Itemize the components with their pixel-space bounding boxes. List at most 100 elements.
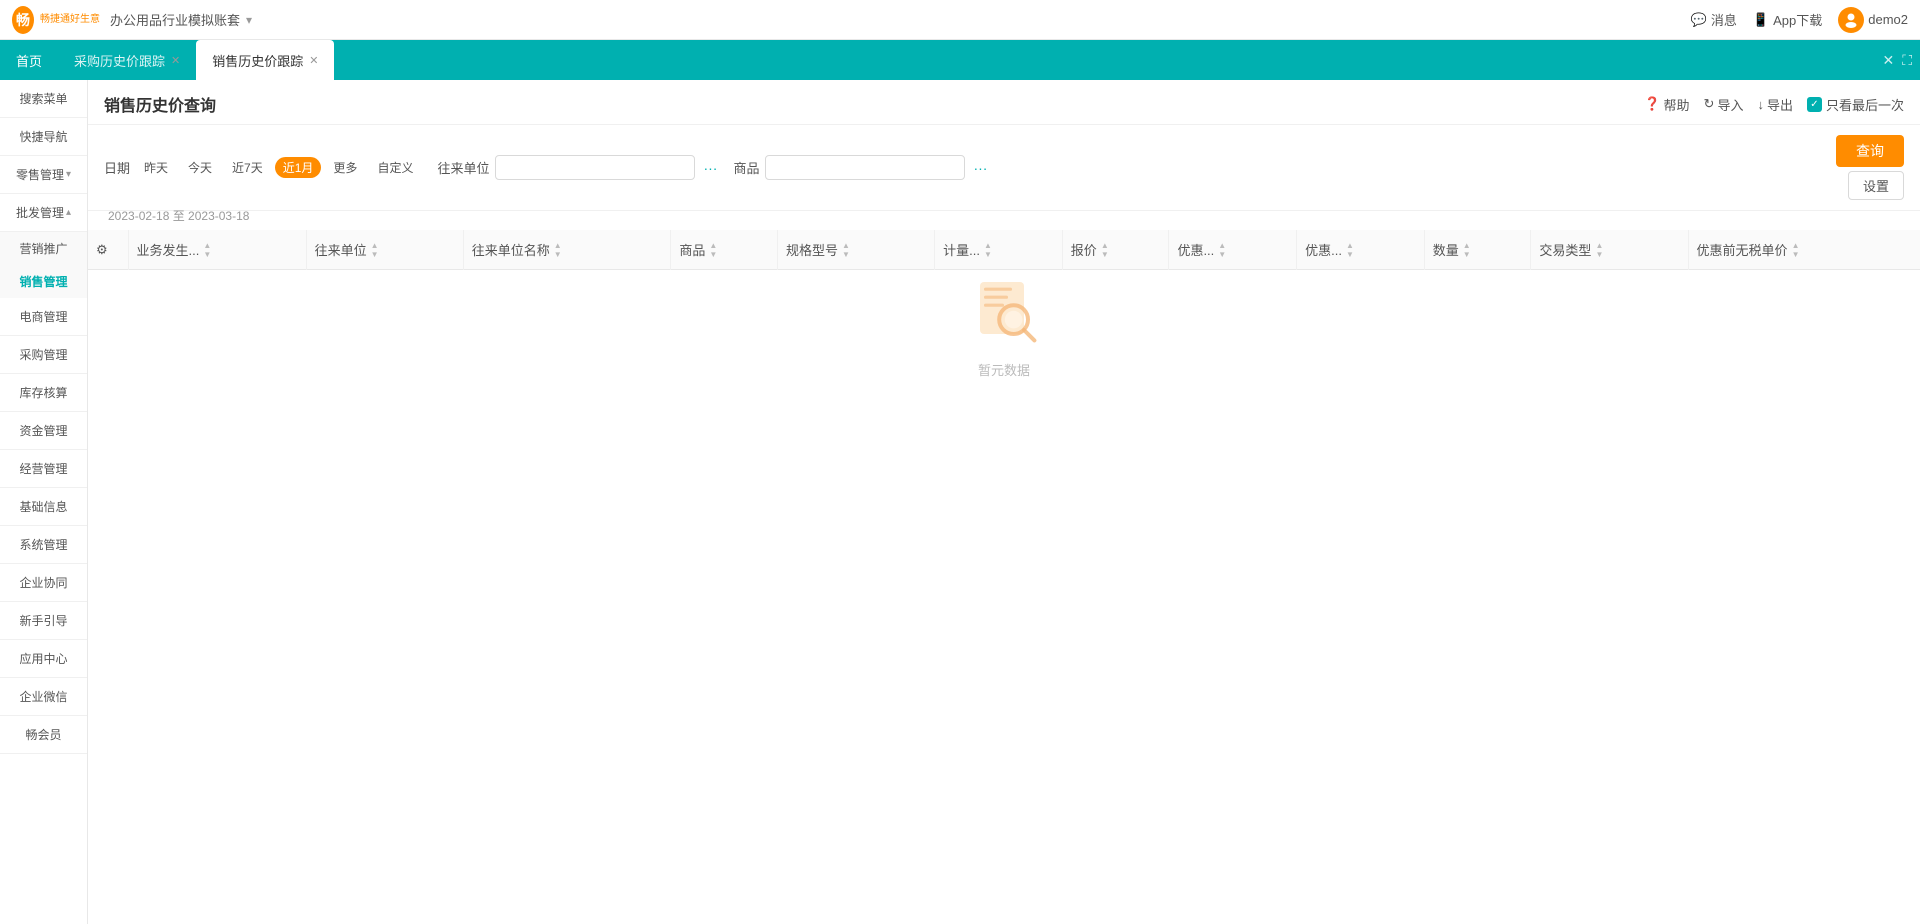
goods-input[interactable] xyxy=(765,155,965,180)
filter-bar: 日期 昨天 今天 近7天 近1月 更多 自定义 往来单位 ··· xyxy=(88,125,1920,211)
table-col-biz-date[interactable]: 业务发生... ▲▼ xyxy=(128,230,306,270)
sidebar-item-inventory[interactable]: 库存核算 xyxy=(0,374,87,412)
settings-button[interactable]: 设置 xyxy=(1848,171,1904,200)
sidebar-label-inventory: 库存核算 xyxy=(19,384,67,401)
sort-icon: ▲▼ xyxy=(1595,241,1603,259)
close-tab-button[interactable]: ✕ xyxy=(1882,52,1894,69)
sidebar-item-marketing[interactable]: 营销推广 xyxy=(0,232,87,265)
breadcrumb: 办公用品行业模拟账套 ▾ xyxy=(100,10,1691,29)
sort-icon: ▲▼ xyxy=(984,241,992,259)
sort-icon: ▲▼ xyxy=(1463,241,1471,259)
sidebar-item-enterprise-wechat[interactable]: 企业微信 xyxy=(0,678,87,716)
page-title: 销售历史价查询 xyxy=(104,92,216,116)
sidebar-item-operations[interactable]: 经营管理 xyxy=(0,450,87,488)
table-col-trade-type[interactable]: 交易类型 ▲▼ xyxy=(1531,230,1688,270)
sidebar-item-app-center[interactable]: 应用中心 xyxy=(0,640,87,678)
tab-sales-history[interactable]: 销售历史价跟踪 ✕ xyxy=(196,40,334,80)
chevron-down-icon[interactable]: ▾ xyxy=(246,13,252,27)
sidebar-label-enterprise: 企业协同 xyxy=(19,574,67,591)
page-content: 销售历史价查询 ❓ 帮助 ↻ 导入 ↓ 导出 ✓ xyxy=(88,80,1920,924)
sidebar-item-wholesale-mgmt[interactable]: 批发管理 ▴ xyxy=(0,194,87,232)
partner-input[interactable] xyxy=(495,155,695,180)
page-header: 销售历史价查询 ❓ 帮助 ↻ 导入 ↓ 导出 ✓ xyxy=(88,80,1920,125)
export-button[interactable]: ↓ 导出 xyxy=(1757,95,1793,114)
message-button[interactable]: 💬 消息 xyxy=(1691,10,1737,29)
tab-purchase-history[interactable]: 采购历史价跟踪 ✕ xyxy=(58,40,196,80)
gear-icon[interactable]: ⚙ xyxy=(96,242,108,257)
sidebar-item-sales-mgmt[interactable]: 销售管理 xyxy=(0,265,87,298)
table-col-quantity[interactable]: 数量 ▲▼ xyxy=(1424,230,1531,270)
top-header: 畅 畅捷通好生意 办公用品行业模拟账套 ▾ 💬 消息 📱 App下载 demo2 xyxy=(0,0,1920,40)
sidebar-label-newbie: 新手引导 xyxy=(19,612,67,629)
import-icon: ↻ xyxy=(1704,96,1715,112)
table-wrapper[interactable]: ⚙ 业务发生... ▲▼ 往来单位 xyxy=(88,230,1920,924)
user-menu-button[interactable]: demo2 xyxy=(1838,7,1908,33)
tab-home[interactable]: 首页 xyxy=(0,40,58,80)
sidebar-item-basic-info[interactable]: 基础信息 xyxy=(0,488,87,526)
sidebar-label-ecommerce: 电商管理 xyxy=(19,308,67,325)
sidebar-item-system-mgmt[interactable]: 系统管理 xyxy=(0,526,87,564)
sales-history-tab-label: 销售历史价跟踪 xyxy=(212,51,303,70)
home-tab-label: 首页 xyxy=(16,51,42,70)
table-col-partner-name[interactable]: 往来单位名称 ▲▼ xyxy=(463,230,671,270)
table-col-goods[interactable]: 商品 ▲▼ xyxy=(671,230,778,270)
table-col-unit[interactable]: 计量... ▲▼ xyxy=(935,230,1063,270)
app-logo-text: 畅捷通好生意 xyxy=(40,13,100,26)
sidebar-item-finance[interactable]: 资金管理 xyxy=(0,412,87,450)
content-area: 销售历史价查询 ❓ 帮助 ↻ 导入 ↓ 导出 ✓ xyxy=(88,80,1920,924)
sidebar-label-system-mgmt: 系统管理 xyxy=(19,536,67,553)
sidebar-label-enterprise-wechat: 企业微信 xyxy=(19,688,67,705)
sidebar-item-purchase-mgmt[interactable]: 采购管理 xyxy=(0,336,87,374)
sidebar-item-ecommerce[interactable]: 电商管理 xyxy=(0,298,87,336)
sidebar-item-quick-nav[interactable]: 快捷导航 xyxy=(0,118,87,156)
sidebar-item-enterprise[interactable]: 企业协同 xyxy=(0,564,87,602)
table-col-price[interactable]: 报价 ▲▼ xyxy=(1062,230,1169,270)
chevron-down-icon: ▾ xyxy=(66,169,71,180)
sidebar-label-finance: 资金管理 xyxy=(19,422,67,439)
date-pill-1month[interactable]: 近1月 xyxy=(275,157,322,178)
empty-text: 暂元数据 xyxy=(978,360,1030,379)
tab-bar: 首页 采购历史价跟踪 ✕ 销售历史价跟踪 ✕ ✕ ⛶ xyxy=(0,40,1920,80)
date-pill-today[interactable]: 今天 xyxy=(180,157,220,178)
table-col-spec[interactable]: 规格型号 ▲▼ xyxy=(778,230,935,270)
main-layout: 搜索菜单 快捷导航 零售管理 ▾ 批发管理 ▴ 营销推广 销售管理 电商管理 采… xyxy=(0,80,1920,924)
table-col-pretax-price[interactable]: 优惠前无税单价 ▲▼ xyxy=(1688,230,1920,270)
filter-actions: 查询 设置 xyxy=(1836,135,1904,200)
table-col-discount1[interactable]: 优惠... ▲▼ xyxy=(1169,230,1297,270)
query-button[interactable]: 查询 xyxy=(1836,135,1904,167)
maximize-button[interactable]: ⛶ xyxy=(1902,52,1912,69)
download-icon: 📱 xyxy=(1753,12,1769,28)
date-pill-custom[interactable]: 自定义 xyxy=(369,157,421,178)
sidebar-item-newbie[interactable]: 新手引导 xyxy=(0,602,87,640)
close-purchase-tab-icon[interactable]: ✕ xyxy=(171,54,180,67)
date-filter-label: 日期 xyxy=(104,158,130,177)
goods-filter-label: 商品 xyxy=(733,158,759,177)
partner-picker-icon[interactable]: ··· xyxy=(703,160,717,176)
table-col-partner-code[interactable]: 往来单位 ▲▼ xyxy=(306,230,463,270)
date-pill-7days[interactable]: 近7天 xyxy=(224,157,271,178)
goods-filter-group: 商品 ··· xyxy=(733,155,987,180)
import-button[interactable]: ↻ 导入 xyxy=(1704,95,1744,114)
sort-icon: ▲▼ xyxy=(203,241,211,259)
close-sales-tab-icon[interactable]: ✕ xyxy=(309,54,318,67)
sidebar-label-wholesale-mgmt: 批发管理 xyxy=(16,204,64,221)
app-logo-icon: 畅 xyxy=(12,6,34,34)
date-pill-more[interactable]: 更多 xyxy=(325,157,365,178)
tab-bar-actions: ✕ ⛶ xyxy=(1882,52,1920,69)
sidebar-item-search-menu[interactable]: 搜索菜单 xyxy=(0,80,87,118)
sidebar-item-membership[interactable]: 畅会员 xyxy=(0,716,87,754)
date-pill-yesterday[interactable]: 昨天 xyxy=(136,157,176,178)
table-col-discount2[interactable]: 优惠... ▲▼ xyxy=(1297,230,1425,270)
sidebar-label-search-menu: 搜索菜单 xyxy=(19,90,67,107)
help-button[interactable]: ❓ 帮助 xyxy=(1644,95,1689,114)
app-download-button[interactable]: 📱 App下载 xyxy=(1753,10,1822,29)
sidebar-label-purchase-mgmt: 采购管理 xyxy=(19,346,67,363)
table-col-gear[interactable]: ⚙ xyxy=(88,230,128,270)
partner-filter-label: 往来单位 xyxy=(437,158,489,177)
goods-picker-icon[interactable]: ··· xyxy=(973,160,987,176)
sidebar-item-retail-mgmt[interactable]: 零售管理 ▾ xyxy=(0,156,87,194)
avatar xyxy=(1838,7,1864,33)
sidebar-label-membership: 畅会员 xyxy=(25,726,61,743)
logo-area: 畅 畅捷通好生意 xyxy=(12,6,100,34)
only-last-checkbox[interactable]: ✓ 只看最后一次 xyxy=(1807,95,1904,114)
